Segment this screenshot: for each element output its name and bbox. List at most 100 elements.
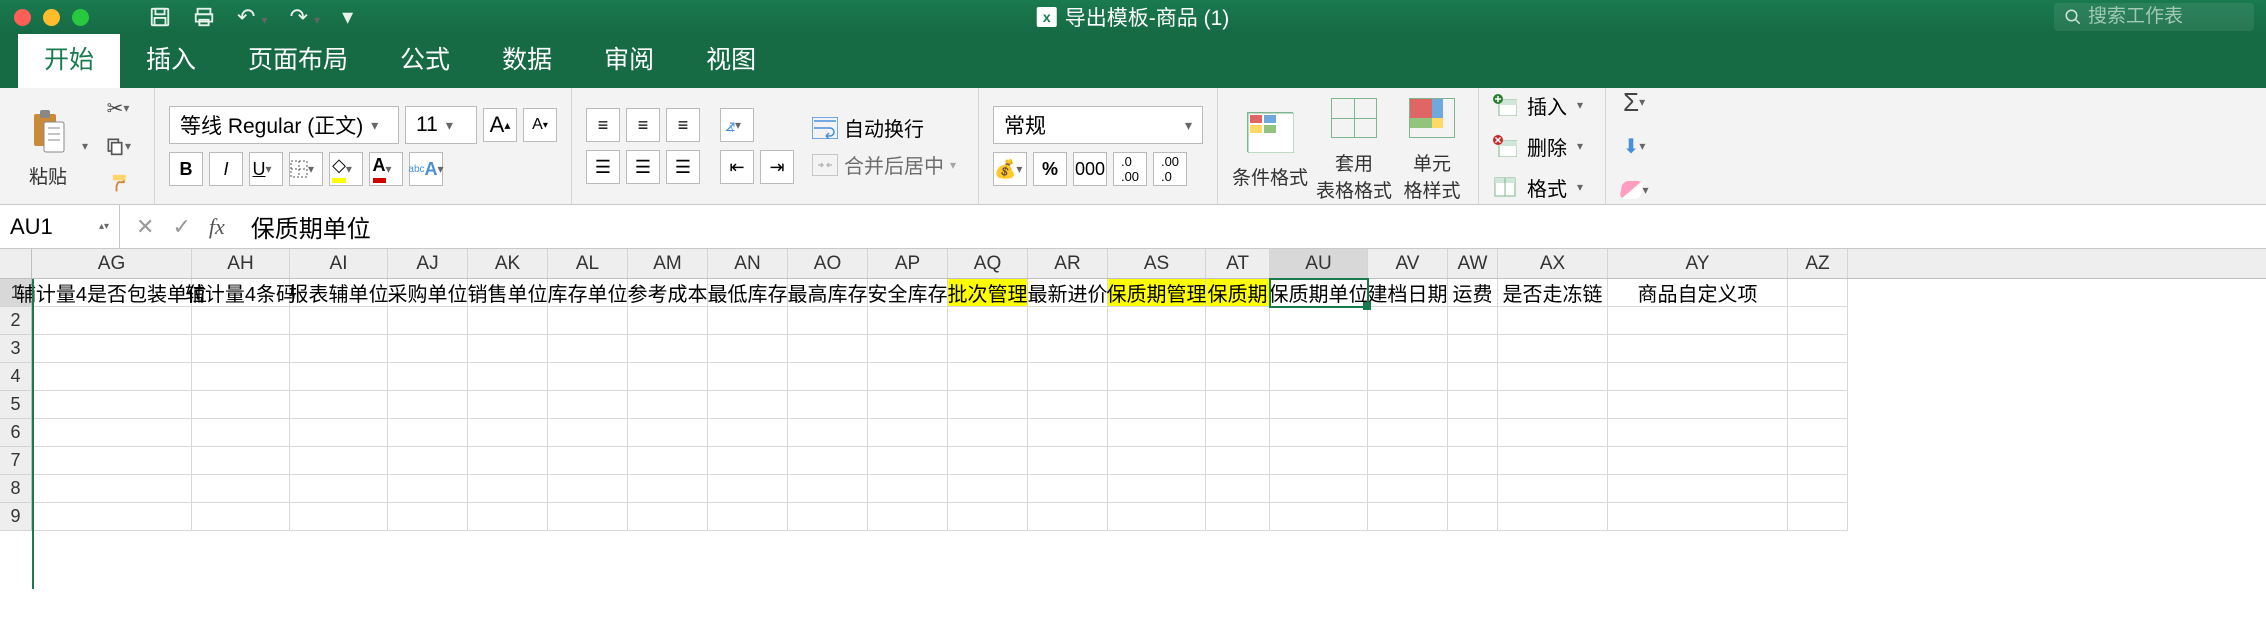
comma-button[interactable]: 000 <box>1073 152 1107 186</box>
cell-AR5[interactable] <box>1028 391 1108 419</box>
cell-AN9[interactable] <box>708 503 788 531</box>
column-header-AU[interactable]: AU <box>1270 249 1368 278</box>
cell-AX4[interactable] <box>1498 363 1608 391</box>
align-top-button[interactable]: ≡ <box>586 108 620 142</box>
cell-AV2[interactable] <box>1368 307 1448 335</box>
autosum-button[interactable]: Σ▾ <box>1620 87 1656 117</box>
cell-AW1[interactable]: 运费 <box>1448 279 1498 307</box>
cell-AP4[interactable] <box>868 363 948 391</box>
cell-AO4[interactable] <box>788 363 868 391</box>
cell-AK2[interactable] <box>468 307 548 335</box>
cell-AN8[interactable] <box>708 475 788 503</box>
cell-AM4[interactable] <box>628 363 708 391</box>
column-header-AM[interactable]: AM <box>628 249 708 278</box>
cell-AT1[interactable]: 保质期 <box>1206 279 1270 307</box>
column-header-AS[interactable]: AS <box>1108 249 1206 278</box>
cell-AQ9[interactable] <box>948 503 1028 531</box>
cut-button[interactable]: ✂▾ <box>104 93 140 123</box>
align-right-button[interactable]: ☰ <box>666 150 700 184</box>
minimize-window-button[interactable] <box>43 9 60 26</box>
tab-page-layout[interactable]: 页面布局 <box>222 30 374 88</box>
cell-AZ8[interactable] <box>1788 475 1848 503</box>
cell-AL7[interactable] <box>548 447 628 475</box>
decrease-font-button[interactable]: A▾ <box>523 108 557 142</box>
align-bottom-button[interactable]: ≡ <box>666 108 700 142</box>
cell-AM5[interactable] <box>628 391 708 419</box>
column-header-AP[interactable]: AP <box>868 249 948 278</box>
cell-AT5[interactable] <box>1206 391 1270 419</box>
cell-AM2[interactable] <box>628 307 708 335</box>
cell-AH8[interactable] <box>192 475 290 503</box>
cell-AI8[interactable] <box>290 475 388 503</box>
fill-color-button[interactable]: ◇▾ <box>329 152 363 186</box>
cell-AT2[interactable] <box>1206 307 1270 335</box>
cell-AU2[interactable] <box>1270 307 1368 335</box>
cell-AI3[interactable] <box>290 335 388 363</box>
clear-button[interactable]: ▾ <box>1620 175 1656 205</box>
row-header-5[interactable]: 5 <box>0 391 32 419</box>
cell-AS6[interactable] <box>1108 419 1206 447</box>
cell-AX7[interactable] <box>1498 447 1608 475</box>
cell-AR3[interactable] <box>1028 335 1108 363</box>
cell-AM3[interactable] <box>628 335 708 363</box>
cell-AU1[interactable]: 保质期单位 <box>1270 279 1368 307</box>
italic-button[interactable]: I <box>209 152 243 186</box>
cell-AW9[interactable] <box>1448 503 1498 531</box>
cell-AJ6[interactable] <box>388 419 468 447</box>
qat-customize-icon[interactable]: ▾ <box>342 4 353 30</box>
select-all-corner[interactable] <box>0 249 32 279</box>
cell-AL5[interactable] <box>548 391 628 419</box>
cell-AZ7[interactable] <box>1788 447 1848 475</box>
cell-AJ4[interactable] <box>388 363 468 391</box>
cell-AP5[interactable] <box>868 391 948 419</box>
cell-AK6[interactable] <box>468 419 548 447</box>
cell-AU9[interactable] <box>1270 503 1368 531</box>
cell-AK3[interactable] <box>468 335 548 363</box>
cell-AY3[interactable] <box>1608 335 1788 363</box>
cell-AN3[interactable] <box>708 335 788 363</box>
tab-view[interactable]: 视图 <box>680 30 782 88</box>
cell-AQ6[interactable] <box>948 419 1028 447</box>
format-cells-button[interactable]: 格式▾ <box>1493 173 1591 202</box>
number-format-combo[interactable]: 常规 ▾ <box>993 106 1203 144</box>
cell-AV1[interactable]: 建档日期 <box>1368 279 1448 307</box>
column-header-AI[interactable]: AI <box>290 249 388 278</box>
increase-indent-button[interactable]: ⇥ <box>760 150 794 184</box>
cell-AX5[interactable] <box>1498 391 1608 419</box>
cell-AU4[interactable] <box>1270 363 1368 391</box>
cell-AO3[interactable] <box>788 335 868 363</box>
cell-AL2[interactable] <box>548 307 628 335</box>
cell-AR4[interactable] <box>1028 363 1108 391</box>
cell-AG7[interactable] <box>32 447 192 475</box>
cell-AS4[interactable] <box>1108 363 1206 391</box>
tab-insert[interactable]: 插入 <box>120 30 222 88</box>
cell-AM1[interactable]: 参考成本 <box>628 279 708 307</box>
cell-AY6[interactable] <box>1608 419 1788 447</box>
align-middle-button[interactable]: ≡ <box>626 108 660 142</box>
decrease-decimal-button[interactable]: .00.0 <box>1153 152 1187 186</box>
cell-AY8[interactable] <box>1608 475 1788 503</box>
formula-input[interactable] <box>241 213 2266 241</box>
column-header-AQ[interactable]: AQ <box>948 249 1028 278</box>
cell-AY4[interactable] <box>1608 363 1788 391</box>
borders-button[interactable]: ▾ <box>289 152 323 186</box>
cell-AR8[interactable] <box>1028 475 1108 503</box>
cell-AQ1[interactable]: 批次管理 <box>948 279 1028 307</box>
paste-button[interactable] <box>22 104 74 160</box>
cell-AW2[interactable] <box>1448 307 1498 335</box>
conditional-format-button[interactable]: 条件格式 <box>1232 103 1308 190</box>
cell-AG8[interactable] <box>32 475 192 503</box>
increase-decimal-button[interactable]: .0.00 <box>1113 152 1147 186</box>
row-header-8[interactable]: 8 <box>0 475 32 503</box>
cell-AN5[interactable] <box>708 391 788 419</box>
cell-AX9[interactable] <box>1498 503 1608 531</box>
cell-AG3[interactable] <box>32 335 192 363</box>
cell-AZ5[interactable] <box>1788 391 1848 419</box>
cell-AY1[interactable]: 商品自定义项 <box>1608 279 1788 307</box>
cell-AJ5[interactable] <box>388 391 468 419</box>
cell-AP9[interactable] <box>868 503 948 531</box>
cell-AT9[interactable] <box>1206 503 1270 531</box>
cell-AK7[interactable] <box>468 447 548 475</box>
cell-AL4[interactable] <box>548 363 628 391</box>
format-as-table-button[interactable]: 套用 表格格式 <box>1316 89 1392 203</box>
